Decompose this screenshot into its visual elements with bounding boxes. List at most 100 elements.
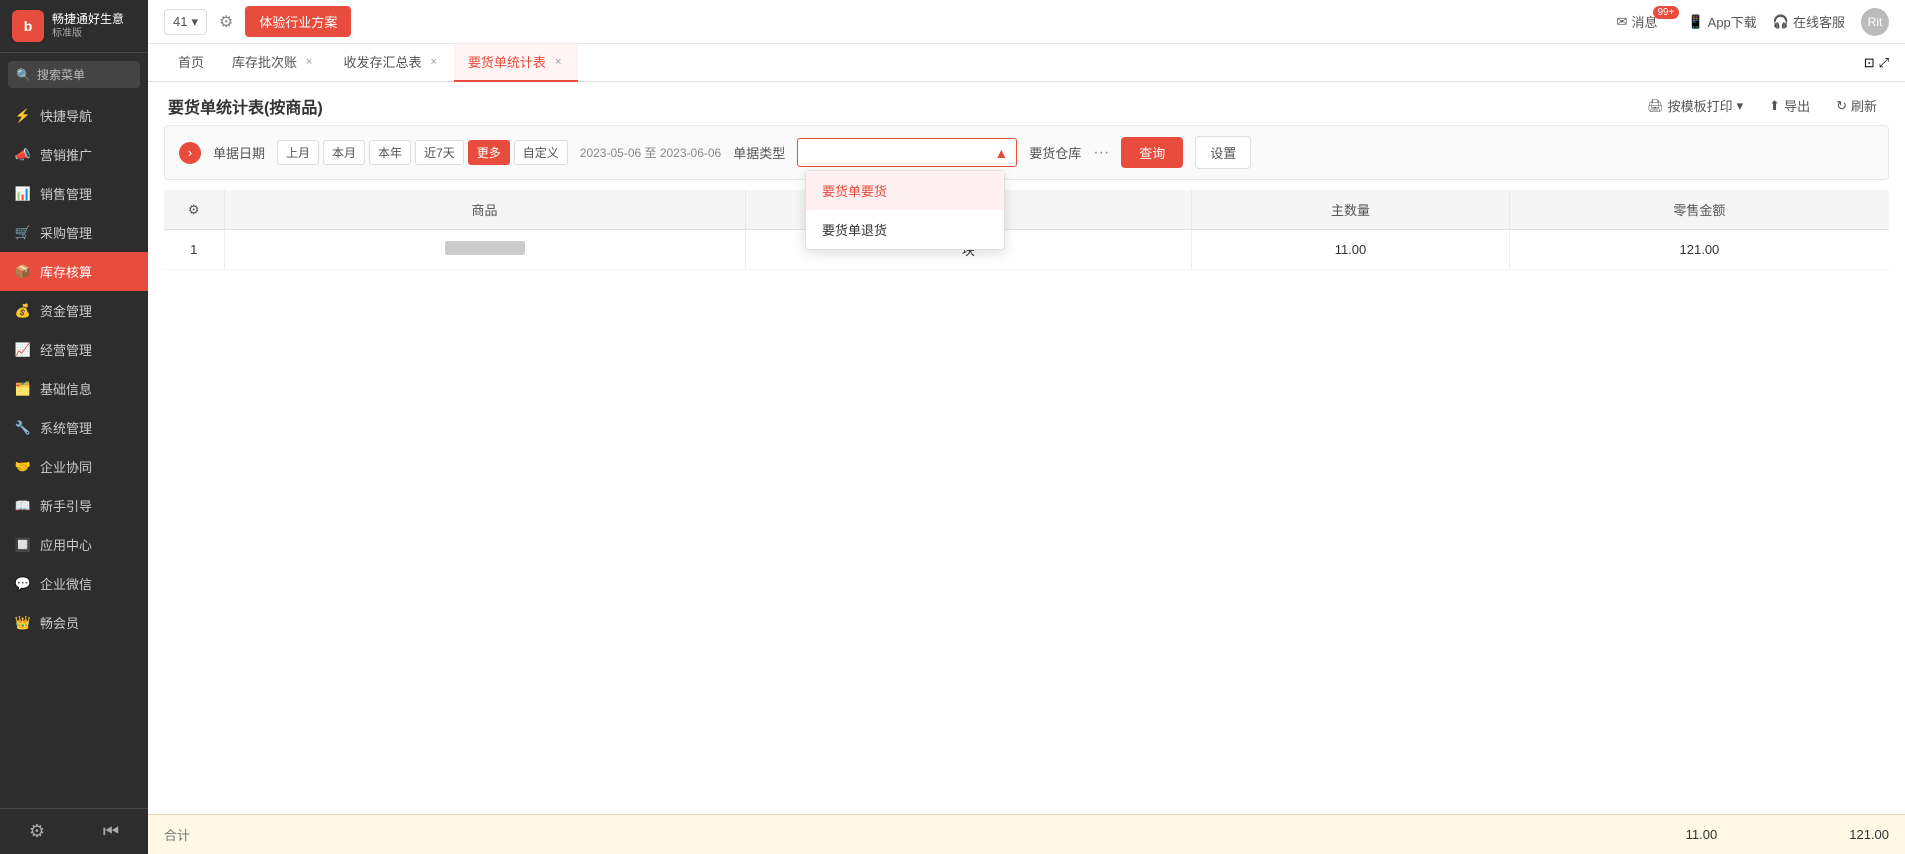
cell-quantity: 11.00 xyxy=(1192,230,1510,270)
warehouse-label: 要货仓库 xyxy=(1029,143,1081,162)
member-icon: 👑 xyxy=(14,614,32,632)
print-icon: 🖨 xyxy=(1647,98,1664,114)
sidebar-logo: b 畅捷通好生意 标准版 xyxy=(0,0,148,53)
sidebar-item-inventory[interactable]: 📦 库存核算 xyxy=(0,252,148,291)
refresh-btn[interactable]: ↻ 刷新 xyxy=(1828,92,1885,119)
fullscreen-icon: ⤢ xyxy=(1879,55,1889,71)
refresh-icon: ↻ xyxy=(1836,98,1847,114)
tab-close-order-summary[interactable]: × xyxy=(552,55,564,69)
tab-close-receive-summary[interactable]: × xyxy=(427,55,439,69)
sidebar: b 畅捷通好生意 标准版 🔍 搜索菜单 ⚡ 快捷导航 📣 营销推广 📊 销售管理… xyxy=(0,0,148,854)
table-container: ⚙ 商品 主计量单位 主数量 零售金额 1 块 xyxy=(164,190,1889,814)
cell-product xyxy=(224,230,745,270)
collapse-btn[interactable]: ⏮ xyxy=(95,817,127,846)
export-btn[interactable]: ⬆ 导出 xyxy=(1761,92,1818,119)
messages-item[interactable]: ✉ 消息 99+ xyxy=(1617,12,1672,31)
sidebar-search[interactable]: 🔍 搜索菜单 xyxy=(8,61,140,88)
sidebar-bottom: ⚙ ⏮ xyxy=(0,808,148,854)
sidebar-item-operation[interactable]: 📈 经营管理 xyxy=(0,330,148,369)
type-dropdown[interactable]: ▲ xyxy=(797,138,1017,167)
dropdown-item-order-return[interactable]: 要货单退货 xyxy=(806,210,1004,249)
online-service-item[interactable]: 🎧 在线客服 xyxy=(1773,12,1845,31)
table-row: 1 块 11.00 121.00 xyxy=(164,230,1889,270)
date-buttons: 上月 本月 本年 近7天 更多 自定义 xyxy=(277,140,568,165)
date-btn-this-year[interactable]: 本年 xyxy=(369,140,411,165)
type-input-value xyxy=(806,143,819,162)
date-btn-last-month[interactable]: 上月 xyxy=(277,140,319,165)
query-button[interactable]: 查询 xyxy=(1121,137,1183,168)
date-label: 单据日期 xyxy=(213,143,265,162)
sidebar-item-member[interactable]: 👑 畅会员 xyxy=(0,603,148,642)
sidebar-item-finance[interactable]: 💰 资金管理 xyxy=(0,291,148,330)
cell-amount: 121.00 xyxy=(1509,230,1889,270)
date-range-text: 2023-05-06 至 2023-06-06 xyxy=(580,144,721,161)
sidebar-item-purchase[interactable]: 🛒 采购管理 xyxy=(0,213,148,252)
page-header: 要货单统计表(按商品) 🖨 按模板打印 ▾ ⬆ 导出 ↻ 刷新 xyxy=(148,82,1905,125)
settings-btn[interactable]: ⚙ xyxy=(21,817,53,846)
tab-inventory-batch[interactable]: 库存批次账 × xyxy=(218,44,329,82)
main-area: 41 ▾ ⚙ 体验行业方案 ✉ 消息 99+ 📱 App下载 🎧 在线客服 Ri… xyxy=(148,0,1905,854)
sidebar-item-shortcut[interactable]: ⚡ 快捷导航 xyxy=(0,96,148,135)
tab-receive-summary[interactable]: 收发存汇总表 × xyxy=(329,44,453,82)
sidebar-item-system[interactable]: 🔧 系统管理 xyxy=(0,408,148,447)
sidebar-item-appstore[interactable]: 🔲 应用中心 xyxy=(0,525,148,564)
org-selector[interactable]: 41 ▾ xyxy=(164,9,207,35)
sidebar-item-wechat[interactable]: 💬 企业微信 xyxy=(0,564,148,603)
appstore-icon: 🔲 xyxy=(14,536,32,554)
tab-bar: 首页 库存批次账 × 收发存汇总表 × 要货单统计表 × ⊡ ⤢ xyxy=(148,44,1905,82)
date-btn-this-month[interactable]: 本月 xyxy=(323,140,365,165)
user-avatar[interactable]: Rit xyxy=(1861,8,1889,36)
th-quantity: 主数量 xyxy=(1192,190,1510,230)
chevron-up-icon: ▲ xyxy=(994,145,1008,161)
header-gear-icon[interactable]: ⚙ xyxy=(219,12,233,32)
sidebar-item-marketing[interactable]: 📣 营销推广 xyxy=(0,135,148,174)
top-header: 41 ▾ ⚙ 体验行业方案 ✉ 消息 99+ 📱 App下载 🎧 在线客服 Ri… xyxy=(148,0,1905,44)
search-icon: 🔍 xyxy=(16,68,31,82)
basic-icon: 🗂️ xyxy=(14,380,32,398)
filter-expand-btn[interactable]: › xyxy=(179,142,201,164)
messages-badge: 99+ xyxy=(1653,6,1680,19)
marketing-icon: 📣 xyxy=(14,146,32,164)
promo-button[interactable]: 体验行业方案 xyxy=(245,6,351,37)
table-gear-icon[interactable]: ⚙ xyxy=(188,202,200,217)
tab-close-inventory-batch[interactable]: × xyxy=(303,55,315,69)
inventory-icon: 📦 xyxy=(14,263,32,281)
dropdown-item-order-goods[interactable]: 要货单要货 xyxy=(806,171,1004,210)
date-btn-custom[interactable]: 自定义 xyxy=(514,140,568,165)
page-content: 要货单统计表(按商品) 🖨 按模板打印 ▾ ⬆ 导出 ↻ 刷新 › xyxy=(148,82,1905,854)
header-right: ✉ 消息 99+ 📱 App下载 🎧 在线客服 Rit xyxy=(1617,8,1889,36)
summary-label: 合计 xyxy=(164,825,190,844)
guide-icon: 📖 xyxy=(14,497,32,515)
type-dropdown-overlay: 要货单要货 要货单退货 xyxy=(805,170,1005,250)
wechat-icon: 💬 xyxy=(14,575,32,593)
tab-home[interactable]: 首页 xyxy=(164,44,218,82)
message-icon: ✉ xyxy=(1617,14,1628,30)
tab-expand-btn[interactable]: ⊡ ⤢ xyxy=(1864,55,1889,71)
sidebar-item-basic[interactable]: 🗂️ 基础信息 xyxy=(0,369,148,408)
expand-icon: ⊡ xyxy=(1864,55,1875,71)
summary-row: 合计 11.00 121.00 xyxy=(148,814,1905,854)
print-btn[interactable]: 🖨 按模板打印 ▾ xyxy=(1639,92,1751,119)
date-btn-more[interactable]: 更多 xyxy=(468,140,510,165)
data-table: ⚙ 商品 主计量单位 主数量 零售金额 1 块 xyxy=(164,190,1889,270)
warehouse-more-icon[interactable]: ··· xyxy=(1093,144,1109,162)
date-btn-last-7days[interactable]: 近7天 xyxy=(415,140,464,165)
sidebar-nav: ⚡ 快捷导航 📣 营销推广 📊 销售管理 🛒 采购管理 📦 库存核算 💰 资金管… xyxy=(0,96,148,808)
logo-icon: b xyxy=(12,10,44,42)
type-label: 单据类型 xyxy=(733,143,785,162)
summary-amount: 121.00 xyxy=(1849,827,1889,842)
tab-order-summary[interactable]: 要货单统计表 × xyxy=(454,44,578,82)
chevron-down-icon: ▾ xyxy=(191,14,198,30)
settings-button[interactable]: 设置 xyxy=(1195,136,1251,169)
app-download-item[interactable]: 📱 App下载 xyxy=(1687,12,1756,31)
summary-quantity: 11.00 xyxy=(1686,827,1718,842)
sidebar-item-guide[interactable]: 📖 新手引导 xyxy=(0,486,148,525)
th-settings[interactable]: ⚙ xyxy=(164,190,224,230)
sidebar-item-sales[interactable]: 📊 销售管理 xyxy=(0,174,148,213)
product-name xyxy=(445,241,525,255)
sidebar-item-enterprise[interactable]: 🤝 企业协同 xyxy=(0,447,148,486)
th-product: 商品 xyxy=(224,190,745,230)
finance-icon: 💰 xyxy=(14,302,32,320)
system-icon: 🔧 xyxy=(14,419,32,437)
cell-seq: 1 xyxy=(164,230,224,270)
